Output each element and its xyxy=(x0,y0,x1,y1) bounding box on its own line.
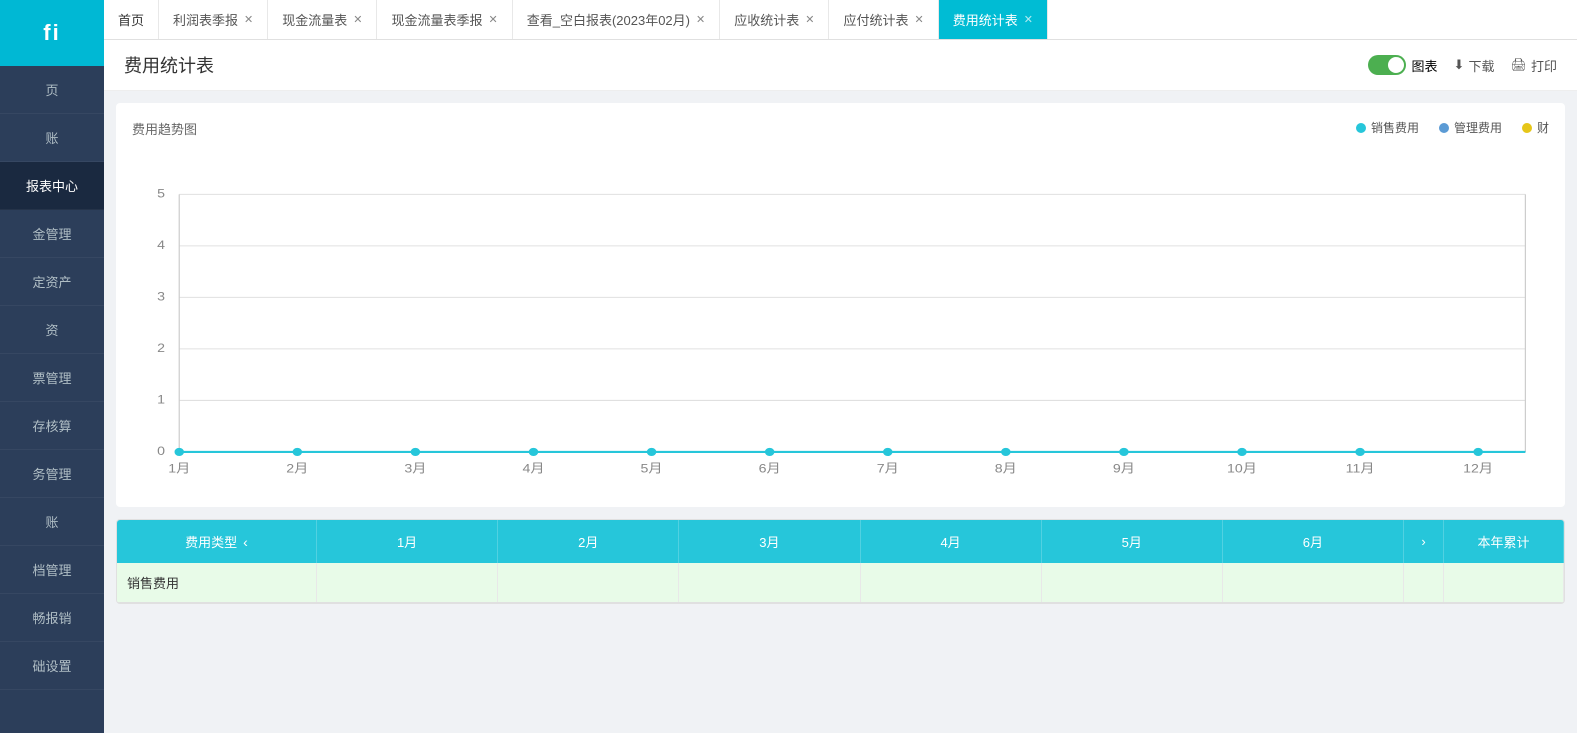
tab-bar: 首页 利润表季报 ✕ 现金流量表 ✕ 现金流量表季报 ✕ 查看_空白报表(202… xyxy=(104,0,1577,40)
chart-legend: 销售费用 管理费用 财 xyxy=(1356,119,1549,136)
sidebar-item-settings[interactable]: 础设置 xyxy=(0,642,104,690)
page-content: 费用统计表 图表 ⬇ 下载 🖨 打印 费用趋势图 xyxy=(104,40,1577,733)
close-receivable[interactable]: ✕ xyxy=(805,13,814,26)
tab-home[interactable]: 首页 xyxy=(104,0,159,39)
download-button[interactable]: ⬇ 下载 xyxy=(1454,56,1495,75)
page-title: 费用统计表 xyxy=(124,52,214,78)
chart-section: 费用趋势图 销售费用 管理费用 财 xyxy=(116,103,1565,507)
sidebar-item-home[interactable]: 页 xyxy=(0,66,104,114)
td-m2 xyxy=(498,563,679,602)
sidebar-item-invest[interactable]: 资 xyxy=(0,306,104,354)
th-m4: 4月 xyxy=(861,520,1042,563)
svg-text:5月: 5月 xyxy=(641,461,663,475)
svg-text:6月: 6月 xyxy=(759,461,781,475)
td-m4 xyxy=(861,563,1042,602)
sidebar-item-sales[interactable]: 畅报销 xyxy=(0,594,104,642)
expense-table: 费用类型 ‹ 1月 2月 3月 4月 5月 6月 › 本年累计 销售费用 xyxy=(116,519,1565,604)
th-ytd: 本年累计 xyxy=(1444,520,1564,563)
svg-text:7月: 7月 xyxy=(877,461,899,475)
line-chart: 0 1 2 3 4 5 xyxy=(132,148,1549,488)
th-nav[interactable]: › xyxy=(1404,520,1444,563)
sidebar-item-report-center[interactable]: 报表中心 xyxy=(0,162,104,210)
td-m1 xyxy=(317,563,498,602)
svg-text:9月: 9月 xyxy=(1113,461,1135,475)
print-icon: 🖨 xyxy=(1510,57,1527,73)
legend-label-admin: 管理费用 xyxy=(1454,119,1502,136)
legend-dot-admin xyxy=(1439,123,1449,133)
svg-text:5: 5 xyxy=(157,186,165,200)
header-actions: 图表 ⬇ 下载 🖨 打印 xyxy=(1368,55,1557,75)
svg-text:1: 1 xyxy=(157,392,165,406)
nav-next-arrow[interactable]: › xyxy=(1421,534,1425,549)
th-m6: 6月 xyxy=(1223,520,1404,563)
close-cashflow-quarter[interactable]: ✕ xyxy=(489,13,498,26)
chart-toggle[interactable] xyxy=(1368,55,1406,75)
td-m5 xyxy=(1042,563,1223,602)
td-ytd xyxy=(1444,563,1564,602)
chart-toggle-label: 图表 xyxy=(1412,56,1438,75)
legend-label-finance: 财 xyxy=(1537,119,1549,136)
td-m3 xyxy=(679,563,860,602)
svg-text:2月: 2月 xyxy=(286,461,308,475)
tab-profit-quarter[interactable]: 利润表季报 ✕ xyxy=(159,0,268,39)
svg-text:1月: 1月 xyxy=(168,461,190,475)
chart-title: 费用趋势图 xyxy=(132,119,197,138)
th-type: 费用类型 ‹ xyxy=(117,520,317,563)
close-profit-quarter[interactable]: ✕ xyxy=(244,13,253,26)
tab-blank-report[interactable]: 查看_空白报表(2023年02月) ✕ xyxy=(513,0,721,39)
svg-text:0: 0 xyxy=(157,444,165,458)
table-header: 费用类型 ‹ 1月 2月 3月 4月 5月 6月 › 本年累计 xyxy=(117,520,1564,563)
sidebar-item-fund[interactable]: 金管理 xyxy=(0,210,104,258)
legend-finance-expense: 财 xyxy=(1522,119,1549,136)
td-nav xyxy=(1404,563,1444,602)
close-cashflow[interactable]: ✕ xyxy=(353,13,362,26)
td-type: 销售费用 xyxy=(117,563,317,602)
svg-text:2: 2 xyxy=(157,341,165,355)
page-header: 费用统计表 图表 ⬇ 下载 🖨 打印 xyxy=(104,40,1577,91)
table-body: 销售费用 xyxy=(117,563,1564,603)
sidebar-item-account[interactable]: 账 xyxy=(0,114,104,162)
td-m6 xyxy=(1223,563,1404,602)
close-blank-report[interactable]: ✕ xyxy=(696,13,705,26)
table-row: 销售费用 xyxy=(117,563,1564,603)
tab-expense[interactable]: 费用统计表 ✕ xyxy=(939,0,1048,39)
print-button[interactable]: 🖨 打印 xyxy=(1510,56,1557,75)
th-m3: 3月 xyxy=(679,520,860,563)
th-m1: 1月 xyxy=(317,520,498,563)
svg-text:4月: 4月 xyxy=(522,461,544,475)
svg-text:10月: 10月 xyxy=(1227,461,1257,475)
svg-text:11月: 11月 xyxy=(1346,461,1375,475)
legend-dot-sales xyxy=(1356,123,1366,133)
tab-receivable[interactable]: 应收统计表 ✕ xyxy=(720,0,829,39)
svg-text:3: 3 xyxy=(157,289,165,303)
sidebar: fi 页 账 报表中心 金管理 定资产 资 票管理 存核算 务管理 账 档管理 … xyxy=(0,0,104,733)
tab-cashflow[interactable]: 现金流量表 ✕ xyxy=(268,0,377,39)
chart-toggle-wrap: 图表 xyxy=(1368,55,1438,75)
legend-sales-expense: 销售费用 xyxy=(1356,119,1419,136)
nav-prev-arrow[interactable]: ‹ xyxy=(243,534,248,550)
th-m2: 2月 xyxy=(498,520,679,563)
main-content: 首页 利润表季报 ✕ 现金流量表 ✕ 现金流量表季报 ✕ 查看_空白报表(202… xyxy=(104,0,1577,733)
app-logo: fi xyxy=(0,0,104,66)
th-m5: 5月 xyxy=(1042,520,1223,563)
sidebar-item-service[interactable]: 务管理 xyxy=(0,450,104,498)
close-payable[interactable]: ✕ xyxy=(914,13,923,26)
svg-text:3月: 3月 xyxy=(404,461,426,475)
legend-admin-expense: 管理费用 xyxy=(1439,119,1502,136)
download-icon: ⬇ xyxy=(1454,57,1465,73)
close-expense[interactable]: ✕ xyxy=(1024,13,1033,26)
tab-cashflow-quarter[interactable]: 现金流量表季报 ✕ xyxy=(377,0,512,39)
tab-payable[interactable]: 应付统计表 ✕ xyxy=(829,0,938,39)
sidebar-item-fixed-assets[interactable]: 定资产 xyxy=(0,258,104,306)
svg-text:12月: 12月 xyxy=(1463,461,1493,475)
svg-text:4: 4 xyxy=(157,238,165,252)
legend-label-sales: 销售费用 xyxy=(1371,119,1419,136)
legend-dot-finance xyxy=(1522,123,1532,133)
sidebar-item-ledger[interactable]: 账 xyxy=(0,498,104,546)
sidebar-item-bill[interactable]: 票管理 xyxy=(0,354,104,402)
sidebar-item-inventory[interactable]: 存核算 xyxy=(0,402,104,450)
sidebar-item-archive[interactable]: 档管理 xyxy=(0,546,104,594)
svg-text:8月: 8月 xyxy=(995,461,1017,475)
